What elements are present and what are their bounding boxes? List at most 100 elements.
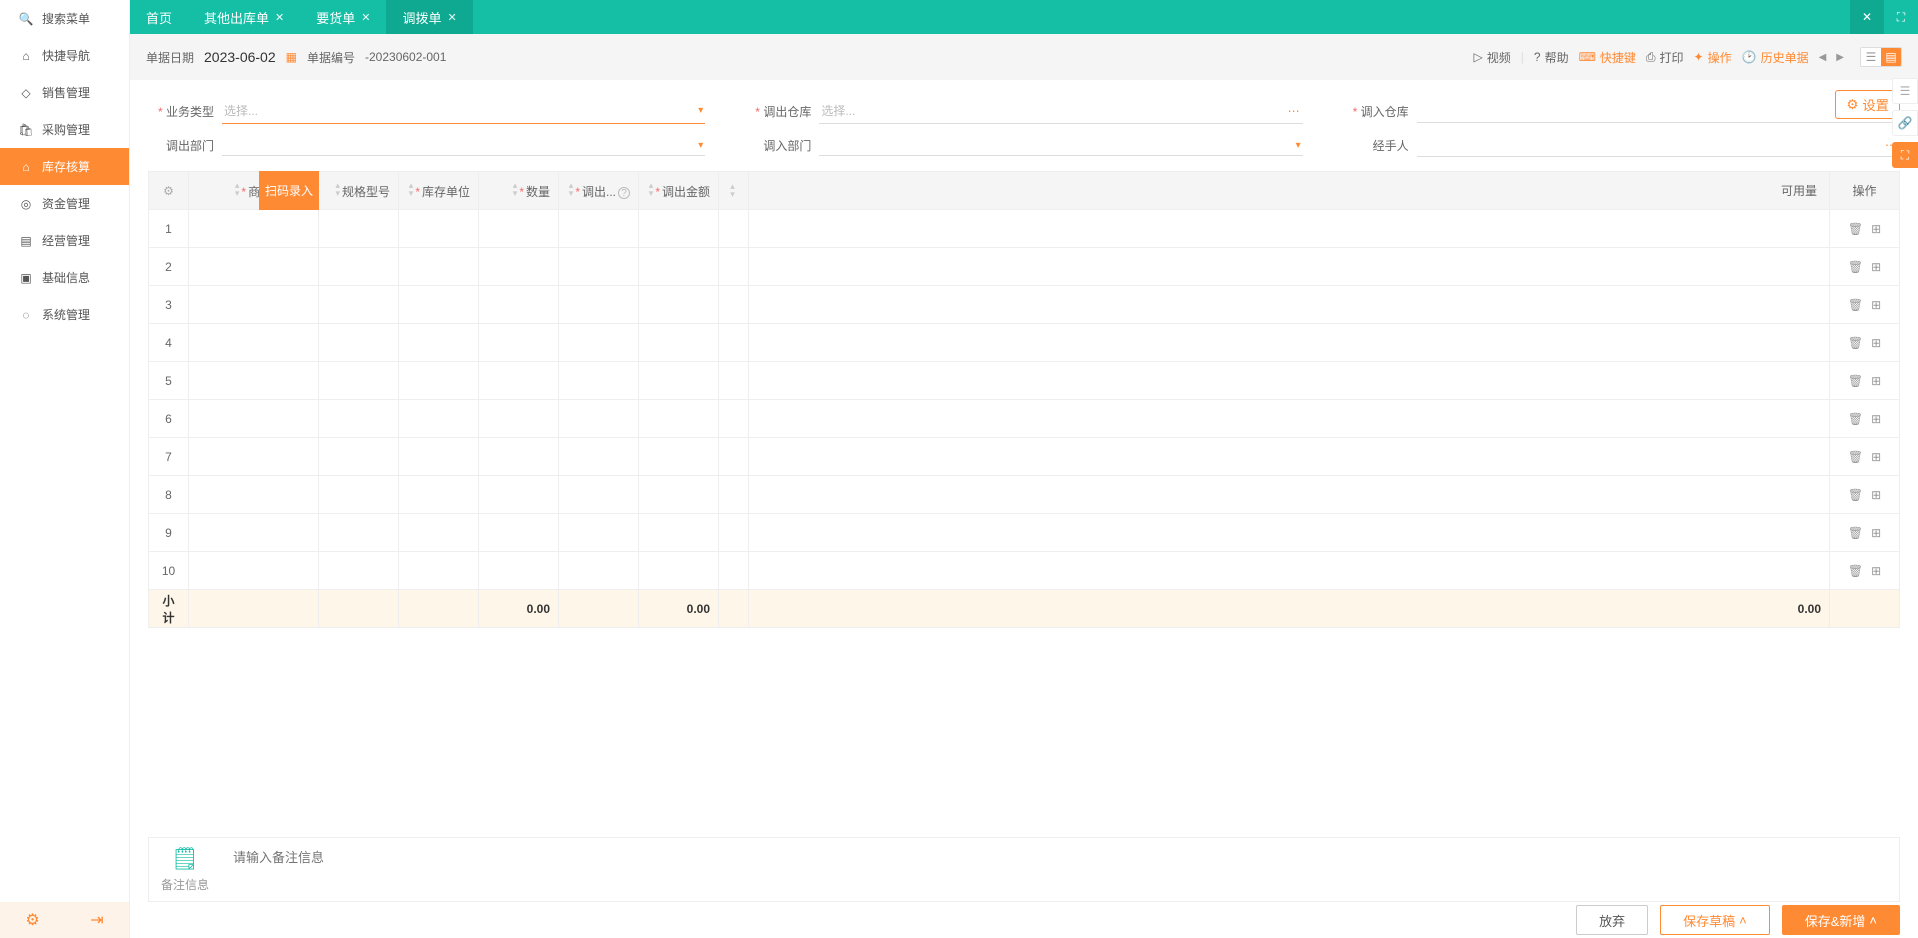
tab-0[interactable]: 首页	[130, 0, 188, 34]
tab-close-icon[interactable]: ✕	[275, 11, 284, 24]
subtotal-row: 小计0.000.000.00	[149, 590, 1900, 628]
fullscreen-icon[interactable]: ⛶	[1884, 0, 1918, 34]
col-unit[interactable]: ▴▾库存单位	[399, 172, 479, 210]
field-in-dept: 调入部门 ▾	[745, 134, 1302, 157]
table-row[interactable]: 5🗑⊞	[149, 362, 1900, 400]
sidebar-item-5[interactable]: ◎资金管理	[0, 185, 129, 222]
out-warehouse-select[interactable]: 选择...⋯	[819, 98, 1302, 124]
tab-2[interactable]: 要货单✕	[300, 0, 386, 34]
insert-row-icon[interactable]: ⊞	[1871, 336, 1881, 350]
tag-icon: ◇	[18, 85, 34, 101]
insert-row-icon[interactable]: ⊞	[1871, 260, 1881, 274]
delete-row-icon[interactable]: 🗑	[1848, 336, 1863, 350]
sidebar-item-1[interactable]: ⌂快捷导航	[0, 37, 129, 74]
prev-doc-icon[interactable]: ◀	[1819, 52, 1827, 63]
table-row[interactable]: 2🗑⊞	[149, 248, 1900, 286]
table-row[interactable]: 6🗑⊞	[149, 400, 1900, 438]
insert-row-icon[interactable]: ⊞	[1871, 222, 1881, 236]
table-row[interactable]: 7🗑⊞	[149, 438, 1900, 476]
field-handler: 经手人 ⋯	[1343, 134, 1900, 157]
table-row[interactable]: 4🗑⊞	[149, 324, 1900, 362]
biz-type-select[interactable]: 选择...▾	[222, 98, 705, 124]
help-link[interactable]: ? 帮助	[1534, 49, 1569, 66]
video-link[interactable]: ▷ 视频	[1474, 49, 1511, 66]
doc-no-value: -20230602-001	[365, 50, 446, 64]
insert-row-icon[interactable]: ⊞	[1871, 374, 1881, 388]
table-row[interactable]: 9🗑⊞	[149, 514, 1900, 552]
view-form-icon[interactable]: ▤	[1881, 48, 1901, 66]
tab-close-icon[interactable]: ✕	[361, 11, 370, 24]
form-settings-button[interactable]: ⚙ 设置	[1835, 90, 1900, 119]
sidebar-item-7[interactable]: ▣基础信息	[0, 259, 129, 296]
table-row[interactable]: 8🗑⊞	[149, 476, 1900, 514]
insert-row-icon[interactable]: ⊞	[1871, 526, 1881, 540]
delete-row-icon[interactable]: 🗑	[1848, 450, 1863, 464]
col-price[interactable]: ▴▾调出...?	[559, 172, 639, 210]
delete-row-icon[interactable]: 🗑	[1848, 412, 1863, 426]
col-blank-sort[interactable]: ▴▾	[719, 172, 749, 210]
out-dept-select[interactable]: ▾	[222, 136, 705, 156]
sidebar-item-3[interactable]: 🛍采购管理	[0, 111, 129, 148]
delete-row-icon[interactable]: 🗑	[1848, 488, 1863, 502]
save-draft-button[interactable]: 保存草稿 ˄	[1660, 905, 1770, 935]
rail-button-2[interactable]: 🔗	[1892, 110, 1918, 136]
table-row[interactable]: 3🗑⊞	[149, 286, 1900, 324]
sidebar-item-4[interactable]: ⌂库存核算	[0, 148, 129, 185]
rail-button-1[interactable]: ☰	[1892, 78, 1918, 104]
document-toolbar: 单据日期 2023-06-02 ▦ 单据编号 -20230602-001 ▷ 视…	[130, 34, 1918, 80]
in-warehouse-select[interactable]: ⋯	[1417, 100, 1900, 123]
in-dept-select[interactable]: ▾	[819, 136, 1302, 156]
chevron-down-icon: ▾	[698, 105, 703, 116]
shortcut-link[interactable]: ⌨ 快捷键	[1579, 49, 1636, 66]
remark-side: 🗒 备注信息	[149, 838, 221, 901]
sidebar-item-6[interactable]: ▤经营管理	[0, 222, 129, 259]
handler-select[interactable]: ⋯	[1417, 134, 1900, 157]
tab-1[interactable]: 其他出库单✕	[188, 0, 300, 34]
print-link[interactable]: ⎙ 打印	[1646, 49, 1684, 66]
settings-icon[interactable]: ⚙	[25, 910, 39, 930]
sidebar-footer: ⚙ ⇥	[0, 902, 129, 938]
sidebar-item-8[interactable]: ◌系统管理	[0, 296, 129, 333]
save-add-button[interactable]: 保存&新增 ˄	[1782, 905, 1900, 935]
tab-3[interactable]: 调拨单✕	[386, 0, 472, 34]
delete-row-icon[interactable]: 🗑	[1848, 374, 1863, 388]
rail-button-3[interactable]: ⛶	[1892, 142, 1918, 168]
note-icon: 🗒	[171, 846, 199, 872]
col-available[interactable]: 可用量	[749, 172, 1830, 210]
insert-row-icon[interactable]: ⊞	[1871, 412, 1881, 426]
sidebar-item-0[interactable]: 🔍搜索菜单	[0, 0, 129, 37]
table-row[interactable]: 10🗑⊞	[149, 552, 1900, 590]
col-amount[interactable]: ▴▾调出金额	[639, 172, 719, 210]
view-list-icon[interactable]: ☰	[1861, 48, 1881, 66]
scan-entry-button[interactable]: 扫码录入	[259, 171, 319, 210]
tab-close-all[interactable]: ✕	[1850, 0, 1884, 34]
history-link[interactable]: 🕑 历史单据	[1742, 49, 1809, 66]
sidebar-item-2[interactable]: ◇销售管理	[0, 74, 129, 111]
tab-close-icon[interactable]: ✕	[448, 11, 457, 24]
col-spec[interactable]: ▴▾规格型号	[319, 172, 399, 210]
delete-row-icon[interactable]: 🗑	[1848, 260, 1863, 274]
insert-row-icon[interactable]: ⊞	[1871, 488, 1881, 502]
col-qty[interactable]: ▴▾数量	[479, 172, 559, 210]
delete-row-icon[interactable]: 🗑	[1848, 564, 1863, 578]
help-icon[interactable]: ?	[618, 187, 630, 199]
logout-icon[interactable]: ⇥	[90, 910, 103, 930]
insert-row-icon[interactable]: ⊞	[1871, 564, 1881, 578]
search-icon: 🔍	[18, 11, 34, 27]
remark-input[interactable]	[233, 850, 1887, 865]
col-gear[interactable]: ⚙	[149, 172, 189, 210]
discard-button[interactable]: 放弃	[1576, 905, 1648, 935]
chevron-down-icon: ▾	[698, 140, 703, 151]
delete-row-icon[interactable]: 🗑	[1848, 526, 1863, 540]
col-product[interactable]: ▴▾商品扫码录入	[189, 172, 319, 210]
insert-row-icon[interactable]: ⊞	[1871, 450, 1881, 464]
gear-icon: ⚙	[163, 184, 174, 198]
next-doc-icon[interactable]: ▶	[1836, 52, 1844, 63]
doc-date-value[interactable]: 2023-06-02	[204, 49, 276, 65]
delete-row-icon[interactable]: 🗑	[1848, 298, 1863, 312]
calendar-icon[interactable]: ▦	[286, 50, 297, 64]
delete-row-icon[interactable]: 🗑	[1848, 222, 1863, 236]
table-row[interactable]: 1🗑⊞	[149, 210, 1900, 248]
insert-row-icon[interactable]: ⊞	[1871, 298, 1881, 312]
operate-link[interactable]: ✦ 操作	[1694, 49, 1732, 66]
